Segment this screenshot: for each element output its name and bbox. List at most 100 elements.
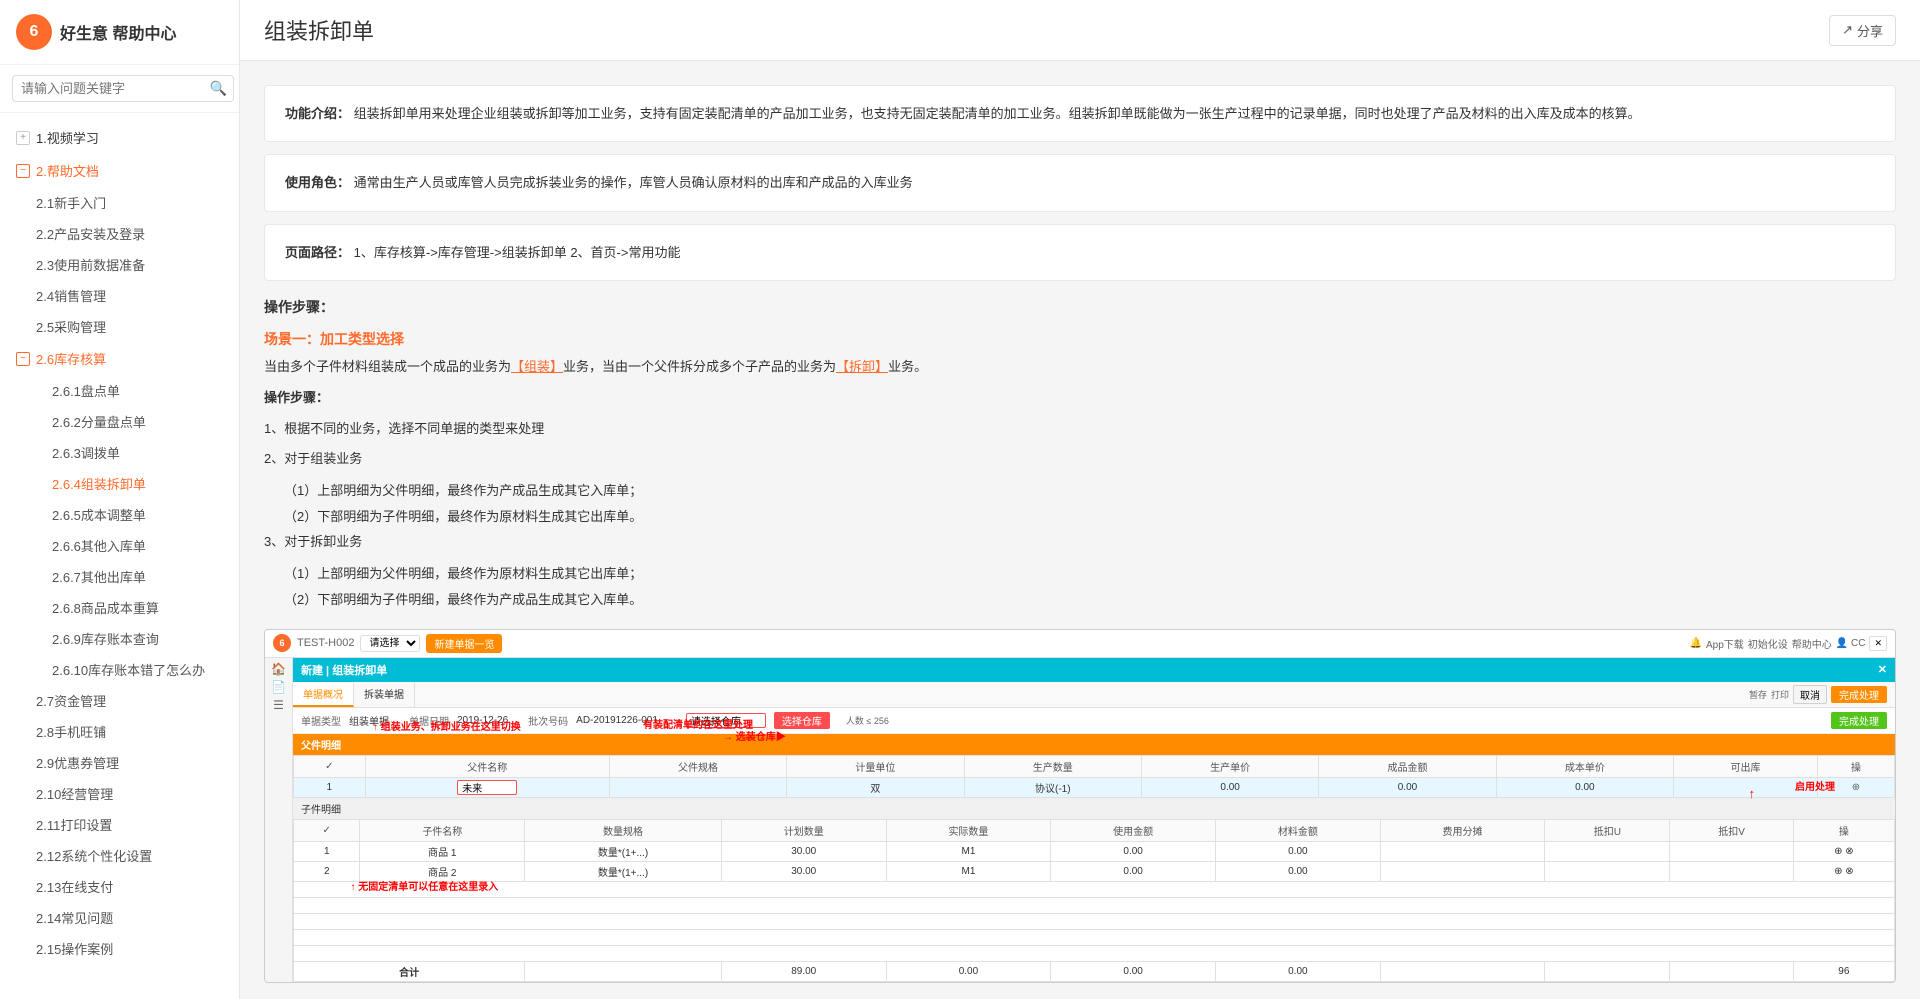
mini-user: 👤 CC [1836,638,1866,649]
search-button[interactable]: 🔍 [210,80,227,97]
th-cost-price: 成本单价 [1496,755,1673,777]
mini-modal-tabs: 单据概况 拆装单据 暂存 打印 取消 完成处理 [293,682,1895,708]
search-input[interactable] [12,75,234,102]
sidebar-item-2-6-8[interactable]: 2.6.8商品成本重算 [0,592,239,623]
sidebar-item-2-11[interactable]: 2.11打印设置 [0,809,239,840]
mini-complete-btn[interactable]: 完成处理 [1831,686,1887,703]
lt-actqty: 实际数量 [886,819,1051,841]
mini-tab-overview[interactable]: 单据概况 [293,682,354,707]
footer-matamt: 0.00 [1216,961,1381,981]
sidebar-item-2-13[interactable]: 2.13在线支付 [0,871,239,902]
lr-matamt: 0.00 [1216,841,1381,861]
lr-useamt: 0.00 [1051,841,1216,861]
sidebar-label: 2.6.8商品成本重算 [52,598,159,617]
mini-logo: 6 [273,634,291,652]
mini-tab-actions: 暂存 打印 取消 完成处理 [1741,682,1895,707]
lr-sspec: 数量*(1+...) [525,841,722,861]
upper-table-row: 1 双 协议(-1) 0.00 [294,777,1895,797]
lt-sspec: 数量规格 [525,819,722,841]
ops-heading: 操作步骤： [264,297,1896,317]
sidebar-item-2-3[interactable]: 2.3使用前数据准备 [0,249,239,280]
step2-text: 2、对于组装业务 [264,447,1896,472]
lr-dedu2 [1670,841,1793,861]
mini-home-icon: 🏠 [271,662,286,676]
row-prodprice: 0.00 [1141,777,1318,797]
row-fname [365,777,609,797]
sidebar: 6 好生意 帮助中心 🔍 + 1.视频学习 − 2.帮助文档 2.1新手入门 2… [0,0,240,999]
sidebar-item-2-10[interactable]: 2.10经营管理 [0,778,239,809]
lt-dedu2: 抵扣V [1670,819,1793,841]
lr-sname: 商品 1 ↑ 无固定清单可以任意在这里录入 [360,841,525,861]
lower-section-label: 子件明细 [301,805,341,816]
main-header: 组装拆卸单 ↗ 分享 [240,0,1920,61]
sidebar-item-2-6-6[interactable]: 2.6.6其他入库单 [0,530,239,561]
lower-row-2: 2 商品 2 数量*(1+...) 30.00 M1 0.00 0.00 [294,861,1895,881]
lr2-useamt: 0.00 [1051,861,1216,881]
lr2-fee [1380,861,1545,881]
sidebar-item-2-6-9[interactable]: 2.6.9库存账本查询 [0,623,239,654]
annotation-enable-arrow: ↑ [1749,786,1756,801]
feature-intro-text: 组装拆卸单用来处理企业组装或拆卸等加工业务，支持有固定装配清单的产品加工业务，也… [354,106,1641,121]
sidebar-label: 2.6.7其他出库单 [52,567,146,586]
sidebar-item-2-4[interactable]: 2.4销售管理 [0,280,239,311]
sidebar-item-2-6-2[interactable]: 2.6.2分量盘点单 [0,406,239,437]
fname-input[interactable] [457,780,517,795]
mini-id: TEST-H002 [297,637,354,649]
sidebar-item-2-2[interactable]: 2.2产品安装及登录 [0,218,239,249]
mini-app: 6 TEST-H002 请选择 新建单据一览 🔔 App下载 初始化设 帮助中心… [265,630,1895,982]
mini-modal-close[interactable]: ✕ [1878,663,1887,676]
sidebar-item-2-15[interactable]: 2.15操作案例 [0,933,239,964]
row-costprice: 0.00 [1496,777,1673,797]
footer-d2 [1670,961,1793,981]
lower-row-7 [294,945,1895,961]
sidebar-item-docs[interactable]: − 2.帮助文档 [0,154,239,187]
sidebar-item-2-12[interactable]: 2.12系统个性化设置 [0,840,239,871]
footer-label: 合计 [294,961,525,981]
sidebar-label: 2.14常见问题 [36,908,113,927]
lower-row-5 [294,913,1895,929]
sidebar-label: 2.6.2分量盘点单 [52,412,146,431]
sidebar-item-2-9[interactable]: 2.9优惠券管理 [0,747,239,778]
sidebar-label: 2.6.3调拨单 [52,443,120,462]
sidebar-item-2-6-4[interactable]: 2.6.4组装拆卸单 [0,468,239,499]
mini-app-download: App下载 [1706,636,1744,651]
step3-2-text: （2）下部明细为子件明细，最终作为产成品生成其它入库单。 [264,587,1896,613]
sidebar-label: 2.帮助文档 [36,161,99,180]
lower-row-3 [294,881,1895,897]
footer-planqty: 89.00 [721,961,886,981]
row-check: 1 [294,777,366,797]
row-fspec [609,777,786,797]
mini-store-btn[interactable]: 选择仓库 [774,712,830,729]
sidebar-item-2-8[interactable]: 2.8手机旺铺 [0,716,239,747]
sidebar-label: 2.6.10库存账本错了怎么办 [52,660,205,679]
sidebar-item-2-6-1[interactable]: 2.6.1盘点单 [0,375,239,406]
mini-new-btn[interactable]: 新建单据一览 [426,634,502,653]
logo-icon: 6 [16,14,52,50]
mini-cancel-btn[interactable]: 取消 [1793,685,1827,704]
share-button[interactable]: ↗ 分享 [1829,15,1896,46]
sidebar-item-2-14[interactable]: 2.14常见问题 [0,902,239,933]
th-prod-amt: 成品金额 [1319,755,1496,777]
sidebar-item-2-6-7[interactable]: 2.6.7其他出库单 [0,561,239,592]
sidebar-item-2-6-5[interactable]: 2.6.5成本调整单 [0,499,239,530]
sidebar-item-2-6-10[interactable]: 2.6.10库存账本错了怎么办 [0,654,239,685]
sidebar-label: 2.4销售管理 [36,286,106,305]
mini-company-select[interactable]: 请选择 [360,635,420,652]
lt-planqty: 计划数量 [721,819,886,841]
mini-tab-detail[interactable]: 拆装单据 [354,682,415,707]
sidebar-item-2-6-3[interactable]: 2.6.3调拨单 [0,437,239,468]
sidebar-item-video[interactable]: + 1.视频学习 [0,121,239,154]
screenshot-container: 6 TEST-H002 请选择 新建单据一览 🔔 App下载 初始化设 帮助中心… [264,629,1896,983]
sidebar-header: 6 好生意 帮助中心 [0,0,239,65]
mini-enable-btn[interactable]: 完成处理 [1831,712,1887,729]
upper-section-header: 父件明细 ↑ 组装业务、拆卸业务在这里切换 [293,734,1895,755]
lt-matamt: 材料金额 [1216,819,1381,841]
share-icon: ↗ [1842,22,1853,38]
sidebar-item-2-7[interactable]: 2.7资金管理 [0,685,239,716]
th-fspec: 父件规格 [609,755,786,777]
sidebar-item-2-1[interactable]: 2.1新手入门 [0,187,239,218]
sidebar-item-2-5[interactable]: 2.5采购管理 [0,311,239,342]
sidebar-label: 2.7资金管理 [36,691,106,710]
sidebar-item-2-6[interactable]: − 2.6库存核算 [0,342,239,375]
mini-close-btn[interactable]: ✕ [1869,636,1887,651]
